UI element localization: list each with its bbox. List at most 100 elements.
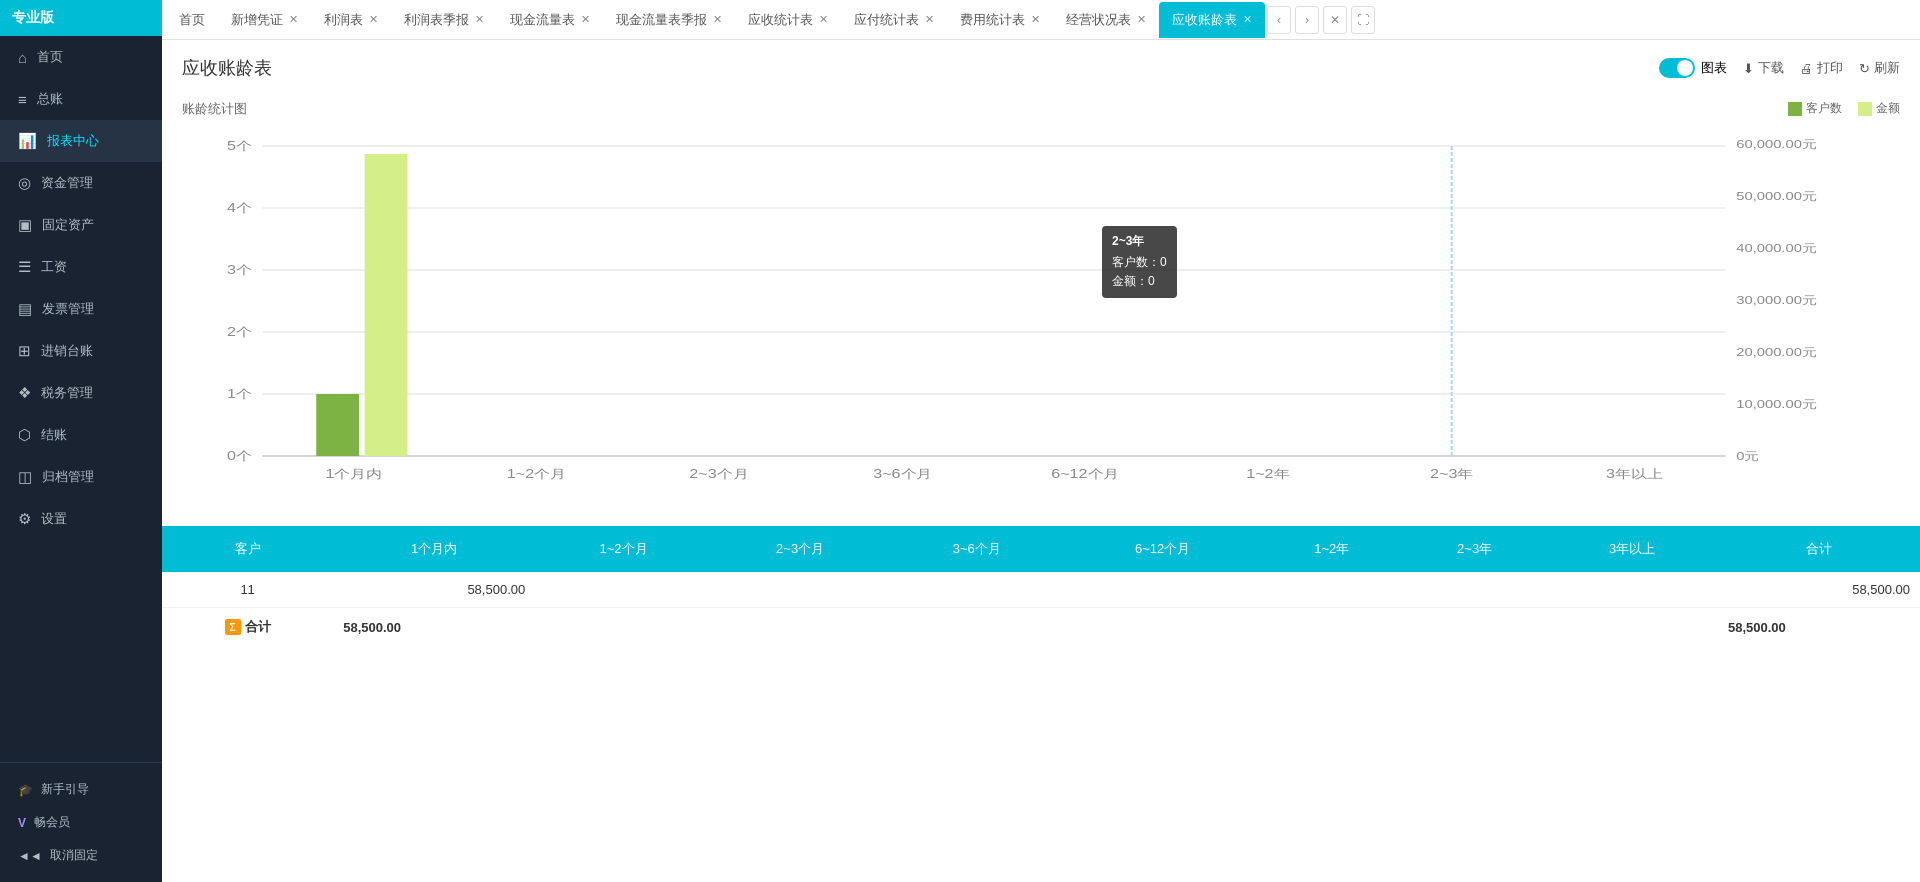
bar-amount-1 [365,154,408,456]
sidebar-item-invoice[interactable]: ▤ 发票管理 [0,288,162,330]
svg-text:0元: 0元 [1736,450,1759,463]
legend-amount-color [1858,102,1872,116]
sidebar-item-reports[interactable]: 📊 报表中心 [0,120,162,162]
cell-m23 [712,572,889,608]
col-y3plus: 3年以上 [1546,526,1718,572]
tab-ap-stats[interactable]: 应付统计表 ✕ [841,2,947,38]
footer-m612 [1065,608,1260,647]
data-table: 客户 1个月内 1~2个月 2~3个月 3~6个月 6~12个月 1~2年 2~… [162,526,1920,646]
sidebar-item-unpin[interactable]: ◄◄ 取消固定 [0,839,162,872]
sidebar-item-archive[interactable]: ◫ 归档管理 [0,456,162,498]
tab-voucher[interactable]: 新增凭证 ✕ [218,2,311,38]
cell-m12 [535,572,712,608]
svg-text:2~3年: 2~3年 [1430,467,1473,481]
tab-bar: 首页 新增凭证 ✕ 利润表 ✕ 利润表季报 ✕ 现金流量表 ✕ 现金流量表季报 … [162,0,1920,40]
tab-cashflow-close[interactable]: ✕ [581,13,590,26]
footer-y23 [1403,608,1546,647]
sidebar-item-tax[interactable]: ❖ 税务管理 [0,372,162,414]
tab-profit-quarter[interactable]: 利润表季报 ✕ [391,2,497,38]
tab-ap-stats-close[interactable]: ✕ [925,13,934,26]
sales-icon: ⊞ [18,342,31,360]
col-y23: 2~3年 [1403,526,1546,572]
refresh-button[interactable]: ↻ 刷新 [1859,59,1900,77]
footer-label: Σ 合计 [162,608,333,647]
chart-container: 账龄统计图 客户数 金额 [162,90,1920,526]
legend-customers-color [1788,102,1802,116]
page-content: 应收账龄表 图表 ⬇ 下载 🖨 打印 ↻ 刷新 [162,40,1920,882]
sidebar-item-sales[interactable]: ⊞ 进销台账 [0,330,162,372]
sidebar-item-guide[interactable]: 🎓 新手引导 [0,773,162,806]
funds-icon: ◎ [18,174,31,192]
svg-text:6~12个月: 6~12个月 [1051,467,1119,481]
tab-voucher-close[interactable]: ✕ [289,13,298,26]
tax-icon: ❖ [18,384,31,402]
sidebar-item-settings[interactable]: ⚙ 设置 [0,498,162,540]
footer-m1: 58,500.00 [333,608,535,647]
tab-profit[interactable]: 利润表 ✕ [311,2,391,38]
tab-profit-close[interactable]: ✕ [369,13,378,26]
legend-customers: 客户数 [1788,100,1842,117]
sidebar-nav: ⌂ 首页 ≡ 总账 📊 报表中心 ◎ 资金管理 ▣ 固定资产 ☰ 工资 ▤ 发票… [0,36,162,762]
settings-icon: ⚙ [18,510,31,528]
svg-text:3~6个月: 3~6个月 [873,467,932,481]
footer-y12 [1260,608,1403,647]
svg-text:2~3个月: 2~3个月 [689,467,748,481]
svg-text:60,000.00元: 60,000.00元 [1736,138,1816,151]
svg-text:3个: 3个 [227,263,252,277]
svg-text:1~2年: 1~2年 [1246,467,1289,481]
bar-chart: 0个 1个 2个 3个 4个 5个 0元 10,000.00元 20,000.0… [182,126,1900,506]
chart-wrapper: 0个 1个 2个 3个 4个 5个 0元 10,000.00元 20,000.0… [182,126,1900,506]
footer-m36 [888,608,1065,647]
table-footer-row: Σ 合计 58,500.00 58,500.00 [162,608,1920,647]
tab-prev-button[interactable]: ‹ [1267,6,1291,34]
tab-biz-status[interactable]: 经营状况表 ✕ [1053,2,1159,38]
tab-cashflow[interactable]: 现金流量表 ✕ [497,2,603,38]
footer-y3plus [1546,608,1718,647]
chart-title: 账龄统计图 [182,100,1900,118]
cell-customer: 11 [162,572,333,608]
svg-text:1~2个月: 1~2个月 [507,467,566,481]
sidebar-item-salary[interactable]: ☰ 工资 [0,246,162,288]
tab-ar-stats[interactable]: 应收统计表 ✕ [735,2,841,38]
download-icon: ⬇ [1743,61,1754,76]
total-icon: Σ [225,619,241,635]
archive-icon: ◫ [18,468,32,486]
svg-text:40,000.00元: 40,000.00元 [1736,242,1816,255]
sidebar-item-ledger[interactable]: ≡ 总账 [0,78,162,120]
sidebar-item-funds[interactable]: ◎ 资金管理 [0,162,162,204]
tab-ar-aging-close[interactable]: ✕ [1243,13,1252,26]
tab-cashflow-quarter-close[interactable]: ✕ [713,13,722,26]
home-icon: ⌂ [18,49,27,66]
assets-icon: ▣ [18,216,32,234]
sidebar-item-close[interactable]: ⬡ 结账 [0,414,162,456]
legend-amount: 金额 [1858,100,1900,117]
tab-close-all-button[interactable]: ✕ [1323,6,1347,34]
toggle-track[interactable] [1659,58,1695,78]
footer-m12 [535,608,712,647]
tab-home[interactable]: 首页 [166,2,218,38]
reports-icon: 📊 [18,132,37,150]
tab-maximize-button[interactable]: ⛶ [1351,6,1375,34]
tab-ar-aging[interactable]: 应收账龄表 ✕ [1159,2,1265,38]
tab-expense-stats[interactable]: 费用统计表 ✕ [947,2,1053,38]
guide-icon: 🎓 [18,783,33,797]
cell-m612 [1065,572,1260,608]
tab-profit-quarter-close[interactable]: ✕ [475,13,484,26]
tab-cashflow-quarter[interactable]: 现金流量表季报 ✕ [603,2,735,38]
col-m23: 2~3个月 [712,526,889,572]
tab-biz-status-close[interactable]: ✕ [1137,13,1146,26]
tab-next-button[interactable]: › [1295,6,1319,34]
unpin-icon: ◄◄ [18,849,42,863]
print-icon: 🖨 [1800,61,1813,76]
table-row: 11 58,500.00 58,500.00 [162,572,1920,608]
chart-toggle[interactable]: 图表 [1659,58,1727,78]
tab-ar-stats-close[interactable]: ✕ [819,13,828,26]
tab-expense-stats-close[interactable]: ✕ [1031,13,1040,26]
download-button[interactable]: ⬇ 下载 [1743,59,1784,77]
print-button[interactable]: 🖨 打印 [1800,59,1843,77]
sidebar-item-home[interactable]: ⌂ 首页 [0,36,162,78]
svg-text:4个: 4个 [227,201,252,215]
invoice-icon: ▤ [18,300,32,318]
sidebar-item-vip[interactable]: V 畅会员 [0,806,162,839]
sidebar-item-assets[interactable]: ▣ 固定资产 [0,204,162,246]
